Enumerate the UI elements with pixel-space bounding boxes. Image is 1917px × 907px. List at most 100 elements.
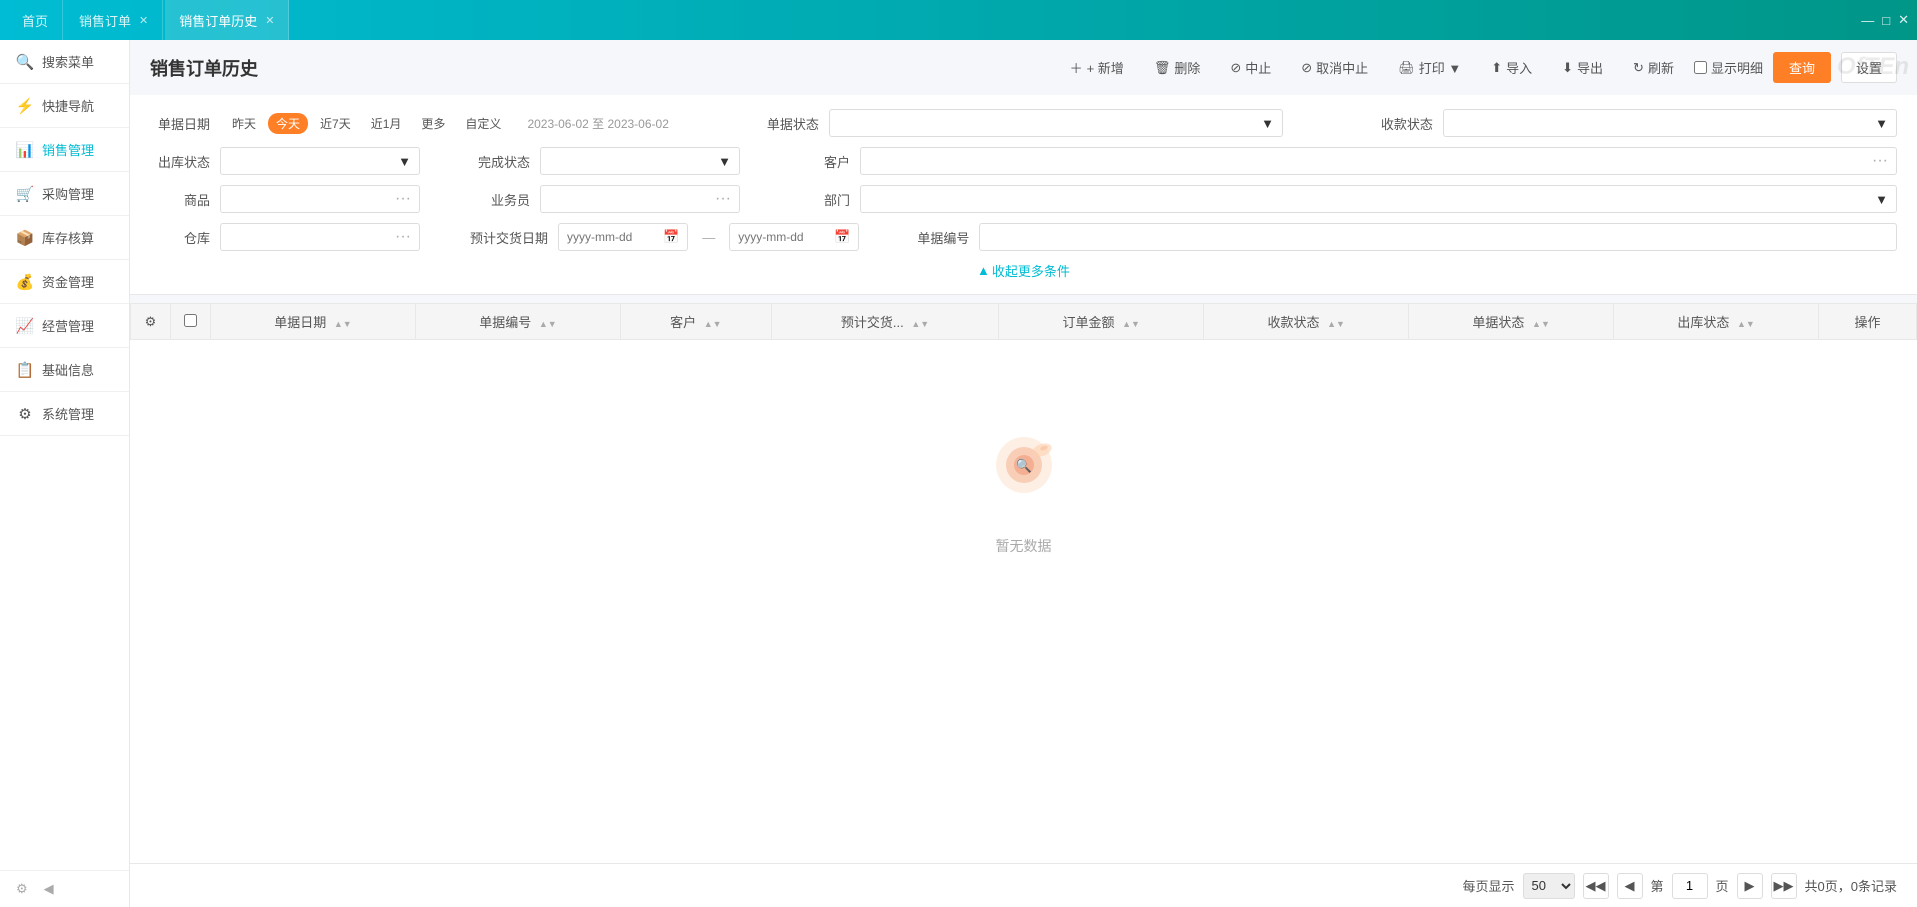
cancel-stop-button[interactable]: ⊘ 取消中止: [1291, 53, 1378, 82]
sidebar-item-operations-mgmt[interactable]: 📈 经营管理: [0, 304, 129, 348]
maximize-icon[interactable]: □: [1882, 13, 1890, 28]
sidebar-collapse-icon[interactable]: ◀: [44, 881, 54, 897]
date-tab-yesterday[interactable]: 昨天: [224, 113, 264, 134]
date-to-field[interactable]: 📅: [729, 223, 859, 251]
tab-sales-order-label: 销售订单: [79, 11, 131, 30]
stop-button[interactable]: ⊘ 中止: [1220, 53, 1281, 82]
bill-status-select[interactable]: ▼: [829, 109, 1283, 137]
salesperson-field[interactable]: ···: [540, 185, 740, 213]
product-dots: ···: [395, 190, 411, 208]
prev-page-icon: ◀: [1625, 878, 1635, 894]
page-input[interactable]: [1672, 873, 1708, 899]
warehouse-label: 仓库: [150, 228, 210, 247]
filter-area: 单据日期 昨天 今天 近7天 近1月 更多 自定义 2023-06-02 至 2…: [130, 95, 1917, 295]
collapse-button[interactable]: ▲ 收起更多条件: [977, 261, 1070, 280]
query-button[interactable]: 查询: [1773, 52, 1831, 83]
out-status-select[interactable]: ▼: [220, 147, 420, 175]
export-button[interactable]: ⬇ 导出: [1552, 53, 1613, 82]
sidebar-item-sales-mgmt-label: 销售管理: [42, 140, 94, 159]
date-tabs: 昨天 今天 近7天 近1月 更多 自定义: [224, 113, 509, 134]
print-button[interactable]: 🖨 打印 ▼: [1388, 53, 1471, 82]
col-bill-date[interactable]: 单据日期 ▲▼: [211, 304, 416, 340]
tab-sales-order-history-close[interactable]: ✕: [265, 14, 274, 27]
new-icon: ＋: [1070, 58, 1083, 77]
col-receipt-status[interactable]: 收款状态 ▲▼: [1204, 304, 1409, 340]
delete-button[interactable]: 🗑 删除: [1144, 53, 1211, 82]
product-field[interactable]: ···: [220, 185, 420, 213]
sidebar-item-inventory-calc[interactable]: 📦 库存核算: [0, 216, 129, 260]
date-tab-more[interactable]: 更多: [413, 113, 453, 134]
tab-home[interactable]: 首页: [8, 0, 63, 40]
delete-icon: 🗑: [1154, 60, 1171, 76]
import-icon: ⬆: [1491, 60, 1502, 76]
date-from-input[interactable]: [567, 230, 657, 244]
col-out-status[interactable]: 出库状态 ▲▼: [1614, 304, 1819, 340]
date-tab-1month[interactable]: 近1月: [363, 113, 410, 134]
col-expected-delivery[interactable]: 预计交货... ▲▼: [771, 304, 999, 340]
close-window-icon[interactable]: ✕: [1898, 12, 1909, 28]
customer-field[interactable]: ···: [860, 147, 1897, 175]
complete-status-select[interactable]: ▼: [540, 147, 740, 175]
sidebar-item-quick-nav[interactable]: ⚡ 快捷导航: [0, 84, 129, 128]
table-settings-icon[interactable]: ⚙: [145, 314, 157, 329]
sidebar-item-sales-mgmt[interactable]: 📊 销售管理: [0, 128, 129, 172]
display-detail-checkbox[interactable]: [1694, 61, 1707, 74]
prev-page-button[interactable]: ◀: [1617, 873, 1643, 899]
col-bill-number[interactable]: 单据编号 ▲▼: [415, 304, 620, 340]
salesperson-dots: ···: [715, 190, 731, 208]
svg-text:🔍: 🔍: [1015, 457, 1031, 473]
date-from-field[interactable]: 📅: [558, 223, 688, 251]
settings-button[interactable]: 设置: [1841, 52, 1897, 83]
minimize-icon[interactable]: —: [1861, 13, 1874, 28]
sidebar-bottom: ⚙ ◀: [0, 870, 129, 907]
inventory-calc-icon: 📦: [16, 229, 34, 247]
tab-sales-order-close[interactable]: ✕: [139, 14, 148, 27]
date-tab-custom[interactable]: 自定义: [457, 113, 509, 134]
tab-sales-order-history[interactable]: 销售订单历史 ✕: [165, 0, 289, 40]
next-page-button[interactable]: ▶: [1737, 873, 1763, 899]
new-button[interactable]: ＋ + 新增: [1060, 53, 1134, 82]
date-range: 2023-06-02 至 2023-06-02: [527, 115, 668, 132]
table-area: ⚙ 单据日期 ▲▼ 单据编号 ▲▼: [130, 303, 1917, 863]
page-word: 第: [1651, 876, 1664, 895]
last-page-button[interactable]: ▶▶: [1771, 873, 1797, 899]
warehouse-field[interactable]: ···: [220, 223, 420, 251]
calendar-to-icon[interactable]: 📅: [834, 229, 850, 245]
customer-dots: ···: [1872, 152, 1888, 170]
select-all-checkbox[interactable]: [184, 314, 197, 327]
col-customer[interactable]: 客户 ▲▼: [620, 304, 771, 340]
table-settings-header[interactable]: ⚙: [131, 304, 171, 340]
import-button[interactable]: ⬆ 导入: [1481, 53, 1542, 82]
department-select[interactable]: ▼: [860, 185, 1897, 213]
receipt-status-select[interactable]: ▼: [1443, 109, 1897, 137]
out-status-chevron: ▼: [398, 154, 411, 169]
complete-status-chevron: ▼: [718, 154, 731, 169]
data-table: ⚙ 单据日期 ▲▼ 单据编号 ▲▼: [130, 303, 1917, 636]
sidebar-settings-icon[interactable]: ⚙: [16, 881, 28, 897]
col-bill-status[interactable]: 单据状态 ▲▼: [1409, 304, 1614, 340]
sidebar-item-basic-info[interactable]: 📋 基础信息: [0, 348, 129, 392]
first-page-button[interactable]: ◀◀: [1583, 873, 1609, 899]
date-tab-today[interactable]: 今天: [268, 113, 308, 134]
sidebar-item-search-menu[interactable]: 🔍 搜索菜单: [0, 40, 129, 84]
salesperson-label: 业务员: [470, 190, 530, 209]
bill-number-field[interactable]: [979, 223, 1897, 251]
warehouse-dots: ···: [395, 228, 411, 246]
sidebar-item-capital-mgmt-label: 资金管理: [42, 272, 94, 291]
date-label: 单据日期: [150, 114, 210, 133]
empty-text: 暂无数据: [996, 536, 1052, 556]
table-checkbox-header[interactable]: [171, 304, 211, 340]
per-page-select[interactable]: 50 10 20 100: [1523, 873, 1575, 899]
system-mgmt-icon: ⚙: [16, 405, 34, 423]
refresh-button[interactable]: ↻ 刷新: [1623, 53, 1684, 82]
tab-sales-order[interactable]: 销售订单 ✕: [65, 0, 163, 40]
display-detail-toggle[interactable]: 显示明细: [1694, 58, 1763, 77]
sidebar-item-purchase-mgmt[interactable]: 🛒 采购管理: [0, 172, 129, 216]
sidebar-item-capital-mgmt[interactable]: 💰 资金管理: [0, 260, 129, 304]
col-order-amount[interactable]: 订单金额 ▲▼: [999, 304, 1204, 340]
date-to-input[interactable]: [738, 230, 828, 244]
date-tab-7days[interactable]: 近7天: [312, 113, 359, 134]
calendar-from-icon[interactable]: 📅: [663, 229, 679, 245]
top-bar: 首页 销售订单 ✕ 销售订单历史 ✕ — □ ✕: [0, 0, 1917, 40]
sidebar-item-system-mgmt[interactable]: ⚙ 系统管理: [0, 392, 129, 436]
